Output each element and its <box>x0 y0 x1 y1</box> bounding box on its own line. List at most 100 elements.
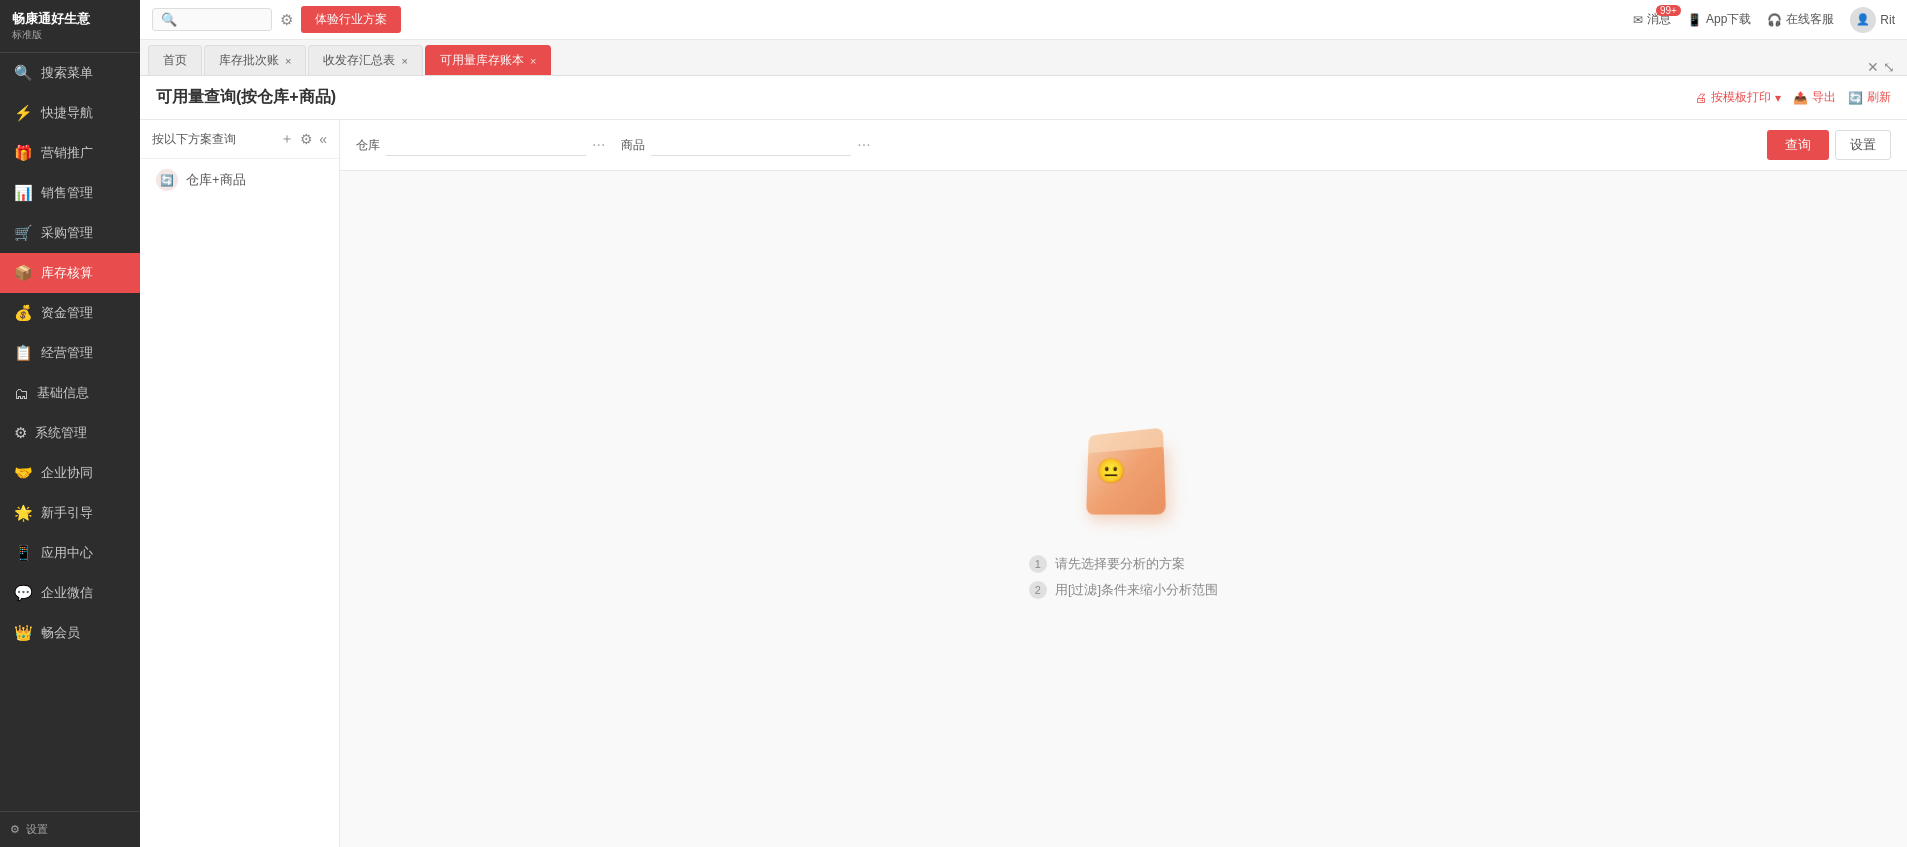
sidebar-item-label-enterprise: 企业协同 <box>41 464 93 482</box>
refresh-button[interactable]: 🔄 刷新 <box>1848 89 1891 106</box>
enterprise-icon: 🤝 <box>14 464 33 482</box>
content-area: 按以下方案查询 ＋ ⚙ « 🔄 仓库+商品 仓库 ··· 商品 <box>140 120 1907 847</box>
sidebar-bottom[interactable]: ⚙ 设置 <box>0 811 140 847</box>
hint-text: 用[过滤]条件来缩小分析范围 <box>1055 581 1218 599</box>
topbar-search-box[interactable]: 🔍 <box>152 8 272 31</box>
basic-icon: 🗂 <box>14 385 29 402</box>
sidebar-item-shortcut[interactable]: ⚡ 快捷导航 <box>0 93 140 133</box>
hint-number: 2 <box>1029 581 1047 599</box>
app-download-button[interactable]: 📱 App下载 <box>1687 11 1751 28</box>
sidebar-item-finance[interactable]: 💰 资金管理 <box>0 293 140 333</box>
tab-batch[interactable]: 库存批次账 × <box>204 45 306 75</box>
industry-solution-button[interactable]: 体验行业方案 <box>301 6 401 33</box>
settings-scheme-icon[interactable]: ⚙ <box>300 131 313 147</box>
warehouse-filter: 仓库 ··· <box>356 135 605 156</box>
scheme-item-warehouse-goods[interactable]: 🔄 仓库+商品 <box>140 159 339 201</box>
empty-hint: 2 用[过滤]条件来缩小分析范围 <box>1029 581 1218 599</box>
shortcut-icon: ⚡ <box>14 104 33 122</box>
sidebar-item-label-wechat: 企业微信 <box>41 584 93 602</box>
export-icon: 📤 <box>1793 91 1808 105</box>
search-input[interactable] <box>181 13 261 27</box>
message-button[interactable]: ✉ 消息 99+ <box>1633 11 1671 28</box>
print-icon: 🖨 <box>1695 91 1707 105</box>
sidebar-item-sales[interactable]: 📊 销售管理 <box>0 173 140 213</box>
avatar: 👤 <box>1850 7 1876 33</box>
warehouse-more-icon[interactable]: ··· <box>592 136 605 154</box>
sidebar-item-marketing[interactable]: 🎁 营销推广 <box>0 133 140 173</box>
sidebar-item-vip[interactable]: 👑 畅会员 <box>0 613 140 653</box>
tab-label-summary: 收发存汇总表 <box>323 52 395 69</box>
tab-close-batch[interactable]: × <box>285 55 291 67</box>
sidebar-item-wechat[interactable]: 💬 企业微信 <box>0 573 140 613</box>
left-panel-header: 按以下方案查询 ＋ ⚙ « <box>140 120 339 159</box>
empty-face: 😐 <box>1096 457 1126 485</box>
system-icon: ⚙ <box>14 424 27 442</box>
tab-label-batch: 库存批次账 <box>219 52 279 69</box>
filter-row: 仓库 ··· 商品 ··· 查询 设置 <box>340 120 1907 171</box>
sidebar-item-enterprise[interactable]: 🤝 企业协同 <box>0 453 140 493</box>
sidebar-item-label-finance: 资金管理 <box>41 304 93 322</box>
sales-icon: 📊 <box>14 184 33 202</box>
warehouse-input[interactable] <box>386 135 586 156</box>
sidebar-item-purchase[interactable]: 🛒 采购管理 <box>0 213 140 253</box>
query-button[interactable]: 查询 <box>1767 130 1829 160</box>
marketing-icon: 🎁 <box>14 144 33 162</box>
empty-state: 😐 1 请先选择要分析的方案 2 用[过滤]条件来缩小分析范围 <box>340 171 1907 847</box>
tab-summary[interactable]: 收发存汇总表 × <box>308 45 422 75</box>
sidebar-item-label-marketing: 营销推广 <box>41 144 93 162</box>
print-button[interactable]: 🖨 按模板打印 ▾ <box>1695 89 1781 106</box>
page-header: 可用量查询(按仓库+商品) 🖨 按模板打印 ▾ 📤 导出 🔄 刷新 <box>140 76 1907 120</box>
purchase-icon: 🛒 <box>14 224 33 242</box>
collapse-panel-icon[interactable]: « <box>319 131 327 147</box>
left-panel: 按以下方案查询 ＋ ⚙ « 🔄 仓库+商品 <box>140 120 340 847</box>
print-dropdown-icon[interactable]: ▾ <box>1775 91 1781 105</box>
search-icon: 🔍 <box>161 12 177 27</box>
tab-close-available[interactable]: × <box>530 55 536 67</box>
sidebar-item-system[interactable]: ⚙ 系统管理 <box>0 413 140 453</box>
newbie-icon: 🌟 <box>14 504 33 522</box>
sidebar-item-label-apps: 应用中心 <box>41 544 93 562</box>
tab-close-summary[interactable]: × <box>401 55 407 67</box>
wechat-icon: 💬 <box>14 584 33 602</box>
right-panel: 仓库 ··· 商品 ··· 查询 设置 😐 <box>340 120 1907 847</box>
sidebar-item-newbie[interactable]: 🌟 新手引导 <box>0 493 140 533</box>
sidebar-item-label-basic: 基础信息 <box>37 384 89 402</box>
expand-window-icon[interactable]: ⤡ <box>1883 59 1895 75</box>
sidebar-scroll: 🔍 搜索菜单 ⚡ 快捷导航 🎁 营销推广 📊 销售管理 🛒 采购管理 📦 库存核… <box>0 53 140 811</box>
sidebar-item-label-system: 系统管理 <box>35 424 87 442</box>
sidebar-item-search[interactable]: 🔍 搜索菜单 <box>0 53 140 93</box>
filter-actions: 查询 设置 <box>1767 130 1891 160</box>
tab-label-available: 可用量库存账本 <box>440 52 524 69</box>
online-service-button[interactable]: 🎧 在线客服 <box>1767 11 1834 28</box>
tab-available[interactable]: 可用量库存账本 × <box>425 45 551 75</box>
sidebar-bottom-label: 设置 <box>26 822 48 837</box>
topbar: 🔍 ⚙ 体验行业方案 ✉ 消息 99+ 📱 App下载 🎧 在线客服 👤 Rit <box>140 0 1907 40</box>
tab-home[interactable]: 首页 <box>148 45 202 75</box>
sidebar: 畅康通好生意 标准版 🔍 搜索菜单 ⚡ 快捷导航 🎁 营销推广 📊 销售管理 🛒… <box>0 0 140 847</box>
goods-input[interactable] <box>651 135 851 156</box>
sidebar-item-apps[interactable]: 📱 应用中心 <box>0 533 140 573</box>
close-window-icon[interactable]: ✕ <box>1867 59 1879 75</box>
goods-more-icon[interactable]: ··· <box>857 136 870 154</box>
vip-icon: 👑 <box>14 624 33 642</box>
sidebar-item-operation[interactable]: 📋 经营管理 <box>0 333 140 373</box>
apps-icon: 📱 <box>14 544 33 562</box>
scheme-item-label: 仓库+商品 <box>186 171 246 189</box>
app-download-label: App下载 <box>1706 11 1751 28</box>
add-scheme-icon[interactable]: ＋ <box>280 130 294 148</box>
sidebar-item-label-newbie: 新手引导 <box>41 504 93 522</box>
sidebar-item-label-shortcut: 快捷导航 <box>41 104 93 122</box>
page-title: 可用量查询(按仓库+商品) <box>156 87 336 108</box>
tab-label-home: 首页 <box>163 52 187 69</box>
username-label: Rit <box>1880 13 1895 27</box>
tab-window-controls: ✕ ⤡ <box>1867 59 1895 75</box>
topbar-gear-icon[interactable]: ⚙ <box>280 11 293 29</box>
search-icon: 🔍 <box>14 64 33 82</box>
sidebar-item-basic[interactable]: 🗂 基础信息 <box>0 373 140 413</box>
user-menu[interactable]: 👤 Rit <box>1850 7 1895 33</box>
hint-text: 请先选择要分析的方案 <box>1055 555 1185 573</box>
sidebar-item-inventory[interactable]: 📦 库存核算 <box>0 253 140 293</box>
settings-button[interactable]: 设置 <box>1835 130 1891 160</box>
settings-icon: ⚙ <box>10 823 20 836</box>
export-button[interactable]: 📤 导出 <box>1793 89 1836 106</box>
